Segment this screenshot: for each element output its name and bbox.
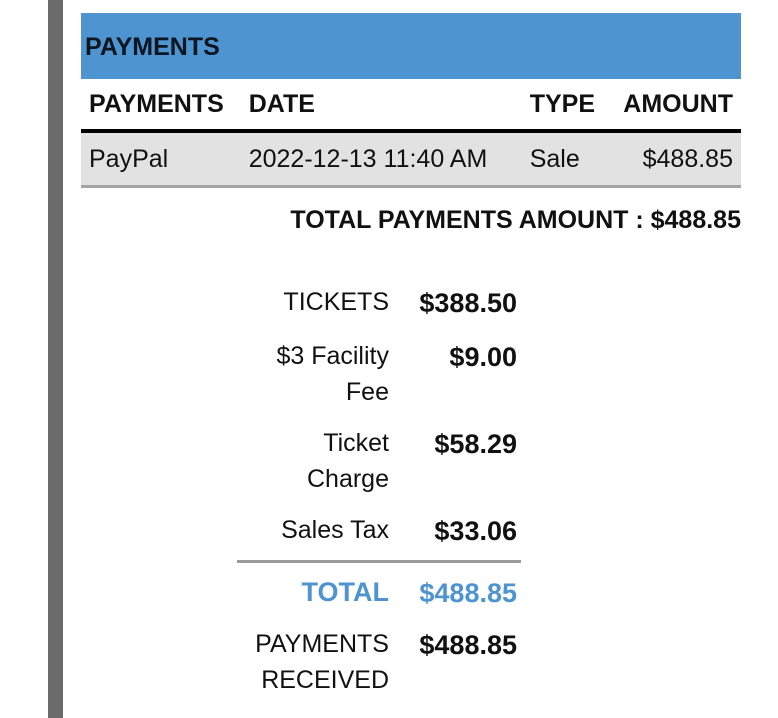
sales-tax-label: Sales Tax <box>281 516 389 544</box>
payments-received-value: $488.85 <box>419 630 517 660</box>
total-payments-value: $488.85 <box>650 206 741 234</box>
payment-amount-cell: $488.85 <box>607 131 741 188</box>
summary-row-payments-received: PAYMENTS RECEIVED $488.85 <box>237 626 521 698</box>
payment-method-cell: PayPal <box>81 131 241 188</box>
left-accent-bar <box>48 0 63 718</box>
sales-tax-value: $33.06 <box>434 516 517 546</box>
payments-table: PAYMENTS DATE TYPE AMOUNT PayPal 2022-12… <box>81 79 741 188</box>
section-title: PAYMENTS <box>85 33 220 61</box>
table-header-row: PAYMENTS DATE TYPE AMOUNT <box>81 79 741 133</box>
ticket-charge-label: Ticket Charge <box>307 429 389 493</box>
section-header: PAYMENTS <box>81 13 741 79</box>
summary-divider <box>237 560 521 563</box>
facility-fee-label: $3 Facility Fee <box>276 342 389 406</box>
column-header-payments: PAYMENTS <box>81 79 241 133</box>
column-header-date: DATE <box>240 79 522 133</box>
ticket-charge-value: $58.29 <box>434 429 517 459</box>
summary-row-facility-fee: $3 Facility Fee $9.00 <box>237 338 521 410</box>
total-value: $488.85 <box>419 578 517 608</box>
tickets-value: $388.50 <box>419 288 517 318</box>
column-header-amount: AMOUNT <box>607 79 741 133</box>
total-payments-label: TOTAL PAYMENTS AMOUNT : <box>290 206 644 234</box>
summary-row-tickets: TICKETS $388.50 <box>237 284 521 322</box>
facility-fee-value: $9.00 <box>449 342 517 372</box>
order-summary: TICKETS $388.50 $3 Facility Fee $9.00 Ti… <box>237 284 521 698</box>
total-payments-amount: TOTAL PAYMENTS AMOUNT : $488.85 <box>290 206 741 235</box>
summary-row-ticket-charge: Ticket Charge $58.29 <box>237 425 521 497</box>
total-label: TOTAL <box>301 577 390 607</box>
summary-row-sales-tax: Sales Tax $33.06 <box>237 512 521 550</box>
payment-type-cell: Sale <box>521 131 608 188</box>
tickets-label: TICKETS <box>283 288 389 316</box>
payments-received-label: PAYMENTS RECEIVED <box>255 630 389 694</box>
summary-row-total: TOTAL $488.85 <box>237 574 521 612</box>
column-header-type: TYPE <box>521 79 608 133</box>
table-row: PayPal 2022-12-13 11:40 AM Sale $488.85 <box>81 131 741 188</box>
payment-date-cell: 2022-12-13 11:40 AM <box>240 131 522 188</box>
